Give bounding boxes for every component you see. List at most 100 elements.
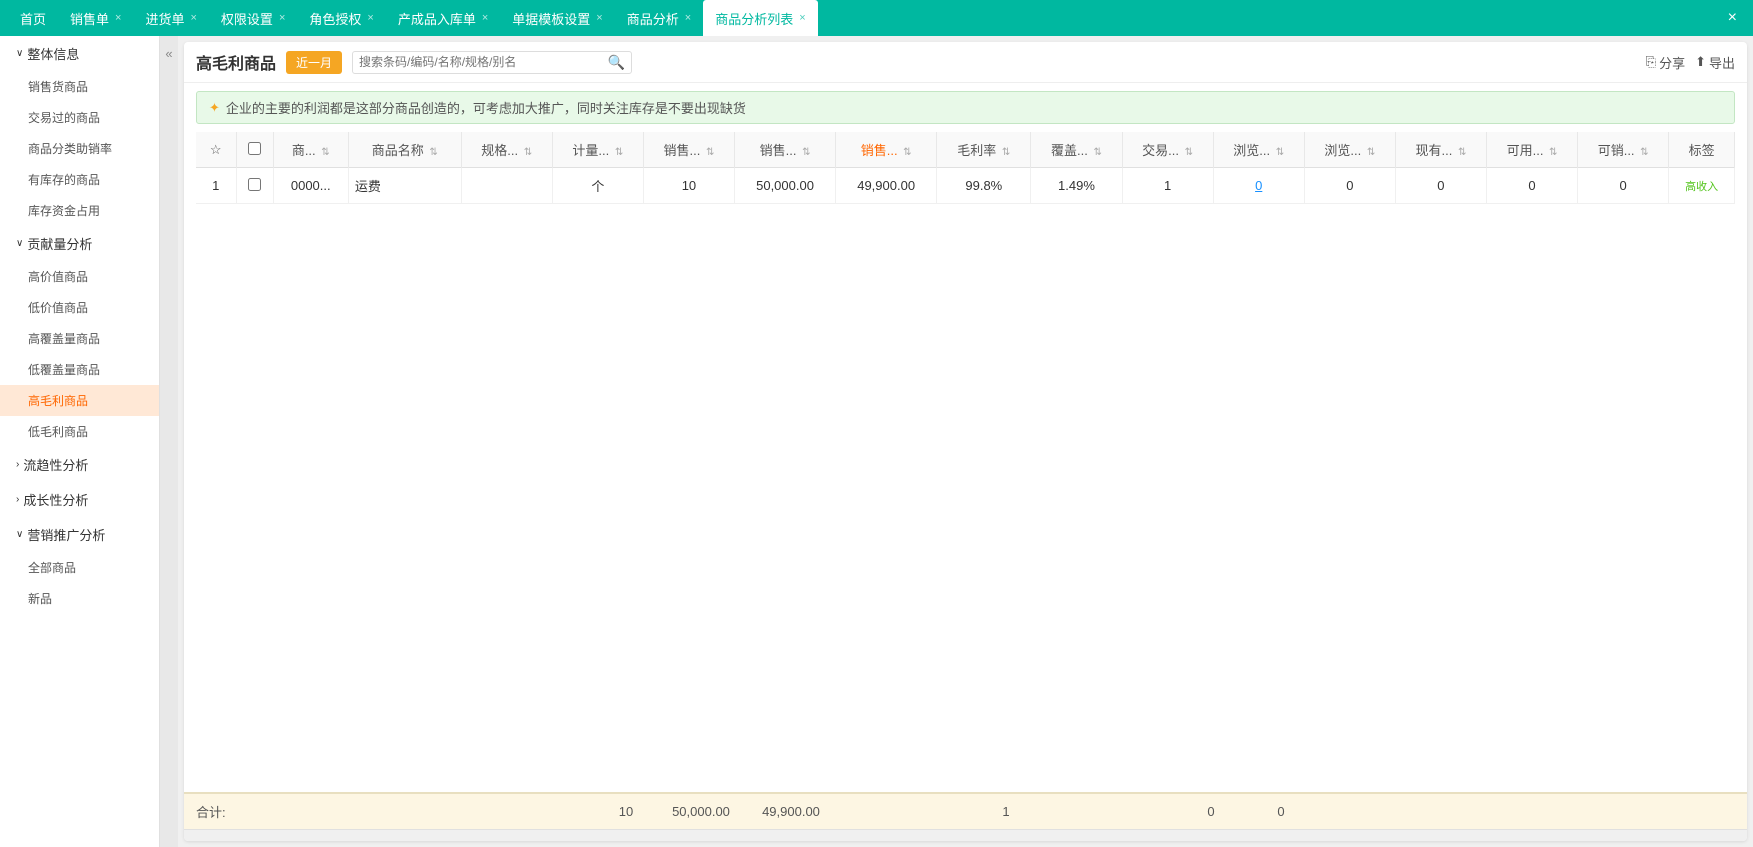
cell-checkbox[interactable]: [236, 168, 273, 204]
export-label: 导出: [1709, 53, 1735, 72]
sidebar-group-growth[interactable]: › 成长性分析: [0, 482, 159, 517]
search-box: 🔍: [352, 51, 632, 74]
cell-sellable: 0: [1578, 168, 1669, 204]
cell-browse2: 0: [1304, 168, 1395, 204]
sidebar-item-high-coverage[interactable]: 高覆盖量商品: [0, 323, 159, 354]
footer-transaction: 1: [976, 804, 1036, 819]
nav-sales-order[interactable]: 销售单 ×: [58, 0, 133, 36]
th-browse2[interactable]: 浏览... ⇅: [1304, 132, 1395, 168]
th-star[interactable]: ☆: [196, 132, 236, 168]
close-finished-goods[interactable]: ×: [482, 12, 488, 24]
th-gross-rate[interactable]: 毛利率 ⇅: [937, 132, 1031, 168]
footer-sales1: 10: [596, 804, 656, 819]
table-row: 1 0000... 运费 个 10 50,000.00 49,900.00 99…: [196, 168, 1735, 204]
th-spec[interactable]: 规格... ⇅: [461, 132, 552, 168]
window-close-button[interactable]: ×: [1720, 9, 1745, 27]
cell-sales1: 10: [643, 168, 734, 204]
header-actions: ⎘ 分享 ⬆ 导出: [1646, 53, 1735, 72]
nav-home[interactable]: 首页: [8, 0, 58, 36]
sidebar-item-high-margin[interactable]: 高毛利商品: [0, 385, 159, 416]
cell-spec: [461, 168, 552, 204]
sidebar-group-overall[interactable]: ∨ 整体信息: [0, 36, 159, 71]
cell-coverage: 1.49%: [1031, 168, 1122, 204]
arrow-trend: ›: [16, 459, 19, 470]
th-sellable[interactable]: 可销... ⇅: [1578, 132, 1669, 168]
th-browse1[interactable]: 浏览... ⇅: [1213, 132, 1304, 168]
page-title: 高毛利商品: [196, 50, 276, 74]
close-permissions[interactable]: ×: [279, 12, 285, 24]
footer-current: 0: [1176, 804, 1246, 819]
collapse-icon: «: [165, 46, 172, 61]
sidebar-item-high-value[interactable]: 高价值商品: [0, 261, 159, 292]
footer-available: 0: [1246, 804, 1316, 819]
cell-current: 0: [1395, 168, 1486, 204]
row-checkbox[interactable]: [248, 178, 261, 191]
close-sales-order[interactable]: ×: [115, 12, 121, 24]
sidebar-item-low-margin[interactable]: 低毛利商品: [0, 416, 159, 447]
th-coverage[interactable]: 覆盖... ⇅: [1031, 132, 1122, 168]
sidebar-item-category-rate[interactable]: 商品分类助销率: [0, 133, 159, 164]
close-role-auth[interactable]: ×: [367, 12, 373, 24]
th-sales2[interactable]: 销售... ⇅: [734, 132, 835, 168]
close-product-analysis[interactable]: ×: [685, 12, 691, 24]
nav-purchase-order[interactable]: 进货单 ×: [133, 0, 208, 36]
nav-finished-goods[interactable]: 产成品入库单 ×: [386, 0, 500, 36]
sidebar-item-stock-capital[interactable]: 库存资金占用: [0, 195, 159, 226]
sidebar-item-low-value[interactable]: 低价值商品: [0, 292, 159, 323]
cell-tag: 高收入: [1669, 168, 1735, 204]
footer-sales2: 50,000.00: [656, 804, 746, 819]
search-input[interactable]: [359, 55, 608, 69]
th-name[interactable]: 商品名称 ⇅: [348, 132, 461, 168]
close-product-analysis-list[interactable]: ×: [799, 12, 805, 24]
nav-product-analysis[interactable]: 商品分析 ×: [615, 0, 703, 36]
sidebar-item-new-goods[interactable]: 新品: [0, 583, 159, 614]
export-button[interactable]: ⬆ 导出: [1695, 53, 1735, 72]
select-all-checkbox[interactable]: [248, 142, 261, 155]
group-marketing-label: 营销推广分析: [27, 525, 105, 544]
close-template-settings[interactable]: ×: [596, 12, 602, 24]
bottom-scrollbar[interactable]: [184, 829, 1747, 841]
sidebar-item-low-coverage[interactable]: 低覆盖量商品: [0, 354, 159, 385]
sidebar-item-traded-goods[interactable]: 交易过的商品: [0, 102, 159, 133]
cell-name: 运费: [348, 168, 461, 204]
share-button[interactable]: ⎘ 分享: [1646, 53, 1685, 72]
nav-role-auth[interactable]: 角色授权 ×: [297, 0, 385, 36]
sidebar-collapse-button[interactable]: «: [160, 36, 178, 847]
th-unit[interactable]: 计量... ⇅: [552, 132, 643, 168]
sidebar-item-sales-goods[interactable]: 销售货商品: [0, 71, 159, 102]
th-sales1[interactable]: 销售... ⇅: [643, 132, 734, 168]
th-available[interactable]: 可用... ⇅: [1486, 132, 1577, 168]
close-purchase-order[interactable]: ×: [190, 12, 196, 24]
share-icon: ⎘: [1646, 54, 1656, 70]
data-table: ☆ 商... ⇅ 商品名称 ⇅ 规格... ⇅ 计量... ⇅ 销售... ⇅ …: [196, 132, 1735, 204]
cell-available: 0: [1486, 168, 1577, 204]
group-growth-label: 成长性分析: [23, 490, 88, 509]
th-checkbox[interactable]: [236, 132, 273, 168]
cell-index: 1: [196, 168, 236, 204]
arrow-contribution: ∨: [16, 238, 23, 249]
cell-browse1[interactable]: 0: [1213, 168, 1304, 204]
th-code[interactable]: 商... ⇅: [273, 132, 348, 168]
sidebar-group-contribution[interactable]: ∨ 贡献量分析: [0, 226, 159, 261]
sidebar-group-marketing[interactable]: ∨ 营销推广分析: [0, 517, 159, 552]
table-header-row: ☆ 商... ⇅ 商品名称 ⇅ 规格... ⇅ 计量... ⇅ 销售... ⇅ …: [196, 132, 1735, 168]
nav-template-settings[interactable]: 单据模板设置 ×: [500, 0, 614, 36]
cell-sales3: 49,900.00: [836, 168, 937, 204]
sidebar-item-in-stock[interactable]: 有库存的商品: [0, 164, 159, 195]
th-transaction[interactable]: 交易... ⇅: [1122, 132, 1213, 168]
nav-permissions[interactable]: 权限设置 ×: [209, 0, 297, 36]
arrow-growth: ›: [16, 494, 19, 505]
cell-transaction: 1: [1122, 168, 1213, 204]
table-footer: 合计: 10 50,000.00 49,900.00 1 0 0: [184, 792, 1747, 829]
sidebar-item-all-goods[interactable]: 全部商品: [0, 552, 159, 583]
th-current[interactable]: 现有... ⇅: [1395, 132, 1486, 168]
sidebar-group-trend[interactable]: › 流趋性分析: [0, 447, 159, 482]
info-text: 企业的主要的利润都是这部分商品创造的，可考虑加大推广，同时关注库存是不要出现缺货: [226, 98, 746, 117]
search-icon[interactable]: 🔍: [608, 54, 625, 71]
period-button[interactable]: 近一月: [286, 51, 342, 74]
th-tag[interactable]: 标签: [1669, 132, 1735, 168]
content-header: 高毛利商品 近一月 🔍 ⎘ 分享 ⬆ 导出: [184, 42, 1747, 83]
nav-product-analysis-list[interactable]: 商品分析列表 ×: [703, 0, 817, 36]
main-layout: ∨ 整体信息 销售货商品 交易过的商品 商品分类助销率 有库存的商品 库存资金占…: [0, 36, 1753, 847]
th-sales3[interactable]: 销售... ⇅: [836, 132, 937, 168]
